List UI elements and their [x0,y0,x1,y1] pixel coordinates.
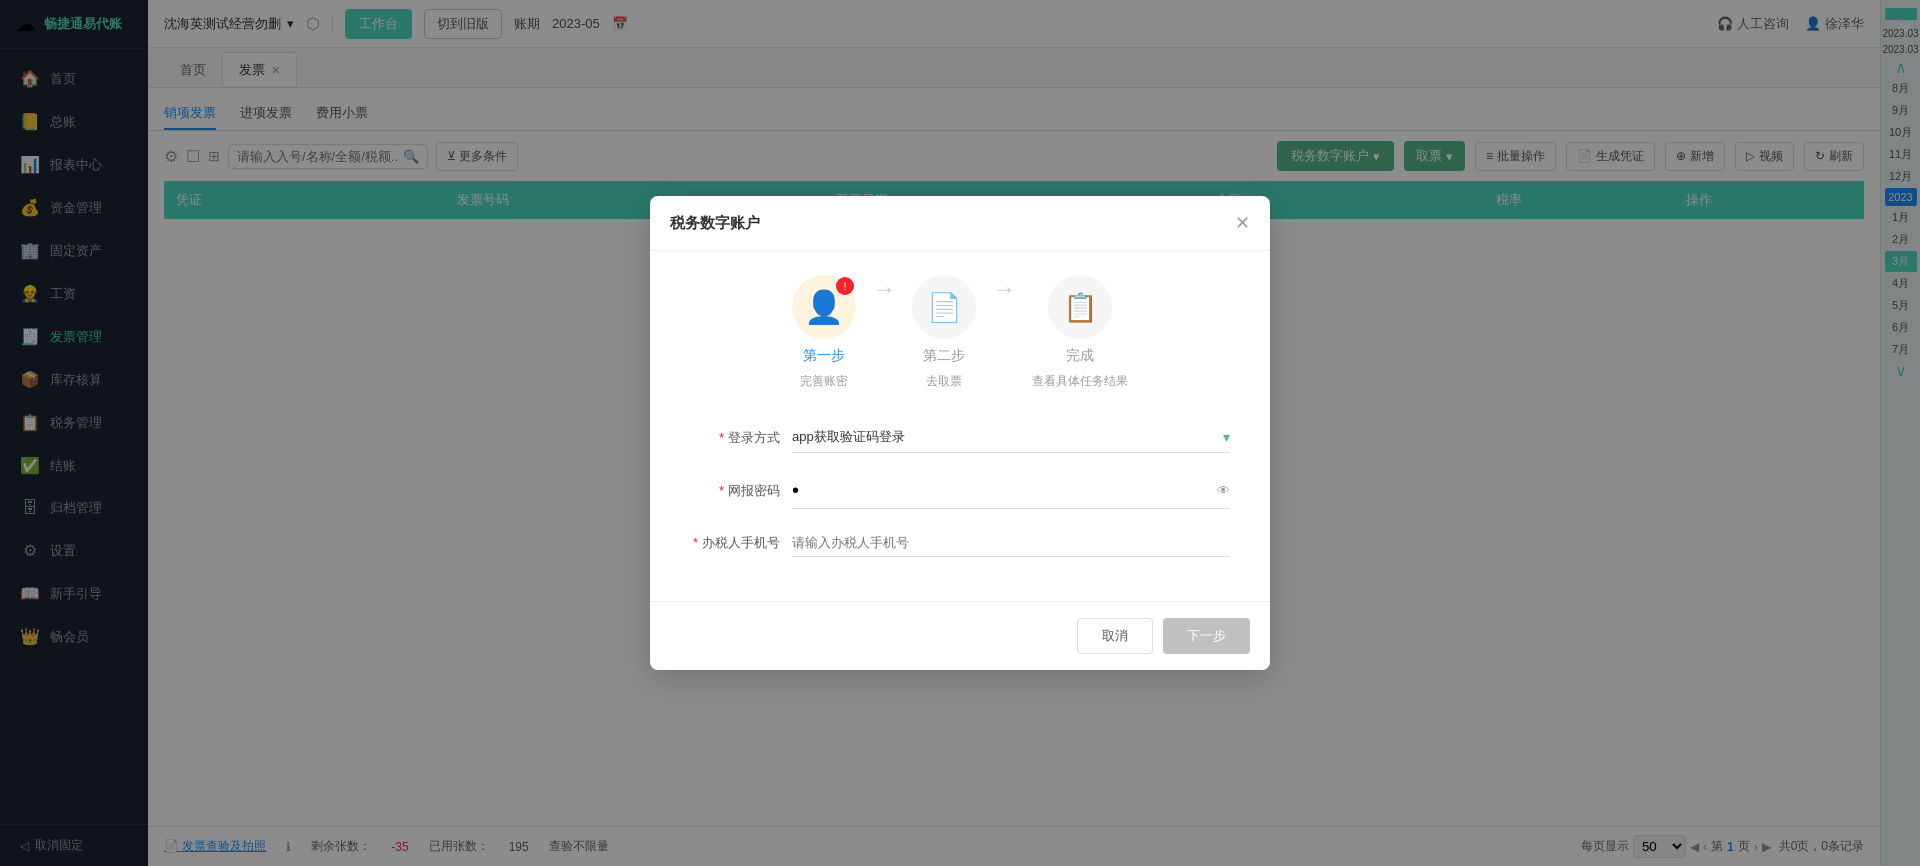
step-arrow-1: → [856,275,912,339]
login-method-row: 登录方式 app获取验证码登录 ▾ [690,422,1230,453]
step-3-complete-icon: 📋 [1063,291,1098,324]
modal-footer: 取消 下一步 [650,601,1270,670]
select-dropdown-icon: ▾ [1223,429,1230,445]
modal-header: 税务数字账户 ✕ [650,196,1270,251]
step-2-icon: 📄 [912,275,976,339]
login-method-select[interactable]: app获取验证码登录 ▾ [792,422,1230,453]
password-wrap: 👁 [792,473,1230,509]
step-2-label: 第二步 [923,347,965,365]
step-2-doc-icon: 📄 [927,291,962,324]
step-1: 👤 ! 第一步 完善账密 [792,275,856,390]
step-arrow-2: → [976,275,1032,339]
step-2-desc: 去取票 [926,373,962,390]
phone-row: 办税人手机号 [690,529,1230,557]
step-1-person-icon: 👤 [804,288,844,326]
modal-title: 税务数字账户 [670,214,760,233]
phone-label: 办税人手机号 [690,534,780,552]
modal-overlay[interactable]: 税务数字账户 ✕ 👤 ! 第一步 完善账密 → [0,0,1920,866]
step-3-desc: 查看具体任务结果 [1032,373,1128,390]
password-row: 网报密码 👁 [690,473,1230,509]
step-3: 📋 完成 查看具体任务结果 [1032,275,1128,390]
step-3-label: 完成 [1066,347,1094,365]
tax-digital-modal: 税务数字账户 ✕ 👤 ! 第一步 完善账密 → [650,196,1270,670]
phone-input[interactable] [792,529,1230,557]
steps-container: 👤 ! 第一步 完善账密 → 📄 第二步 去取票 → [690,275,1230,390]
step-1-label: 第一步 [803,347,845,365]
step-1-desc: 完善账密 [800,373,848,390]
form: 登录方式 app获取验证码登录 ▾ 网报密码 👁 办税人手机 [690,422,1230,557]
password-toggle-icon[interactable]: 👁 [1217,483,1230,498]
cancel-button[interactable]: 取消 [1077,618,1153,654]
step-2: 📄 第二步 去取票 [912,275,976,390]
password-input[interactable] [792,473,1217,508]
step-1-badge: ! [836,277,854,295]
modal-body: 👤 ! 第一步 完善账密 → 📄 第二步 去取票 → [650,251,1270,601]
login-method-value: app获取验证码登录 [792,428,905,446]
step-1-icon: 👤 ! [792,275,856,339]
modal-close-button[interactable]: ✕ [1235,212,1250,234]
step-3-icon: 📋 [1048,275,1112,339]
password-label: 网报密码 [690,482,780,500]
login-method-label: 登录方式 [690,429,780,447]
next-step-button[interactable]: 下一步 [1163,618,1250,654]
